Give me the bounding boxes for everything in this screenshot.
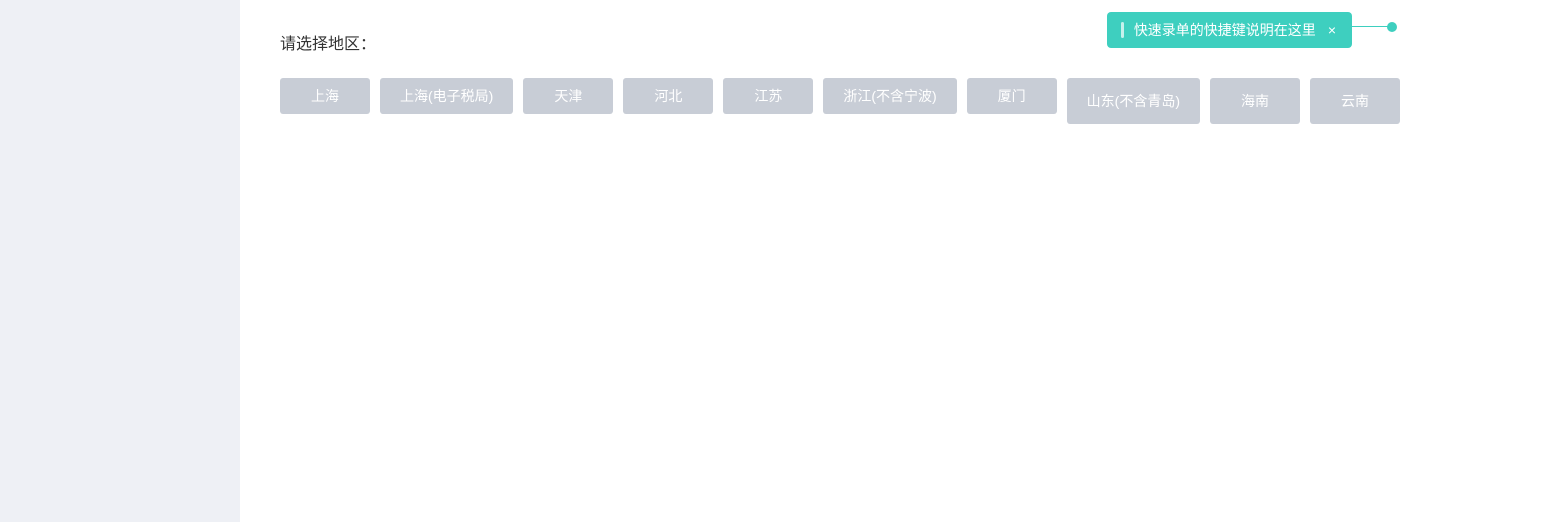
region-buttons: 上海上海(电子税局) 天津河北江苏浙江(不含宁波) 厦门山东(不含青岛)海南云南 bbox=[280, 78, 1522, 124]
region-button-shandong[interactable]: 山东(不含青岛) bbox=[1067, 78, 1200, 124]
sidebar bbox=[0, 0, 240, 522]
dot-line bbox=[1352, 26, 1392, 27]
tooltip-text: 快速录单的快捷键说明在这里 bbox=[1134, 20, 1316, 40]
main-content: 请选择地区： 上海上海(电子税局)天津河北江苏浙江(不含宁波)厦门山东(不含青岛… bbox=[240, 0, 1562, 522]
tooltip-close-button[interactable]: × bbox=[1326, 22, 1338, 38]
region-button-hebei[interactable]: 河北 bbox=[623, 78, 713, 114]
region-button-zhejiang[interactable]: 浙江(不含宁波) bbox=[823, 78, 956, 114]
region-button-shanghai[interactable]: 上海 bbox=[280, 78, 370, 114]
region-button-shanghai-etax[interactable]: 上海(电子税局) bbox=[380, 78, 513, 114]
region-button-yunnan[interactable]: 云南 bbox=[1310, 78, 1400, 124]
dot-indicator bbox=[1387, 22, 1397, 32]
region-button-xiamen[interactable]: 厦门 bbox=[967, 78, 1057, 114]
region-button-jiangsu[interactable]: 江苏 bbox=[723, 78, 813, 114]
tooltip-banner: 快速录单的快捷键说明在这里 × bbox=[1107, 12, 1352, 48]
tooltip-left-bar bbox=[1121, 22, 1124, 38]
region-button-hainan[interactable]: 海南 bbox=[1210, 78, 1300, 124]
region-button-tianjin[interactable]: 天津 bbox=[523, 78, 613, 114]
